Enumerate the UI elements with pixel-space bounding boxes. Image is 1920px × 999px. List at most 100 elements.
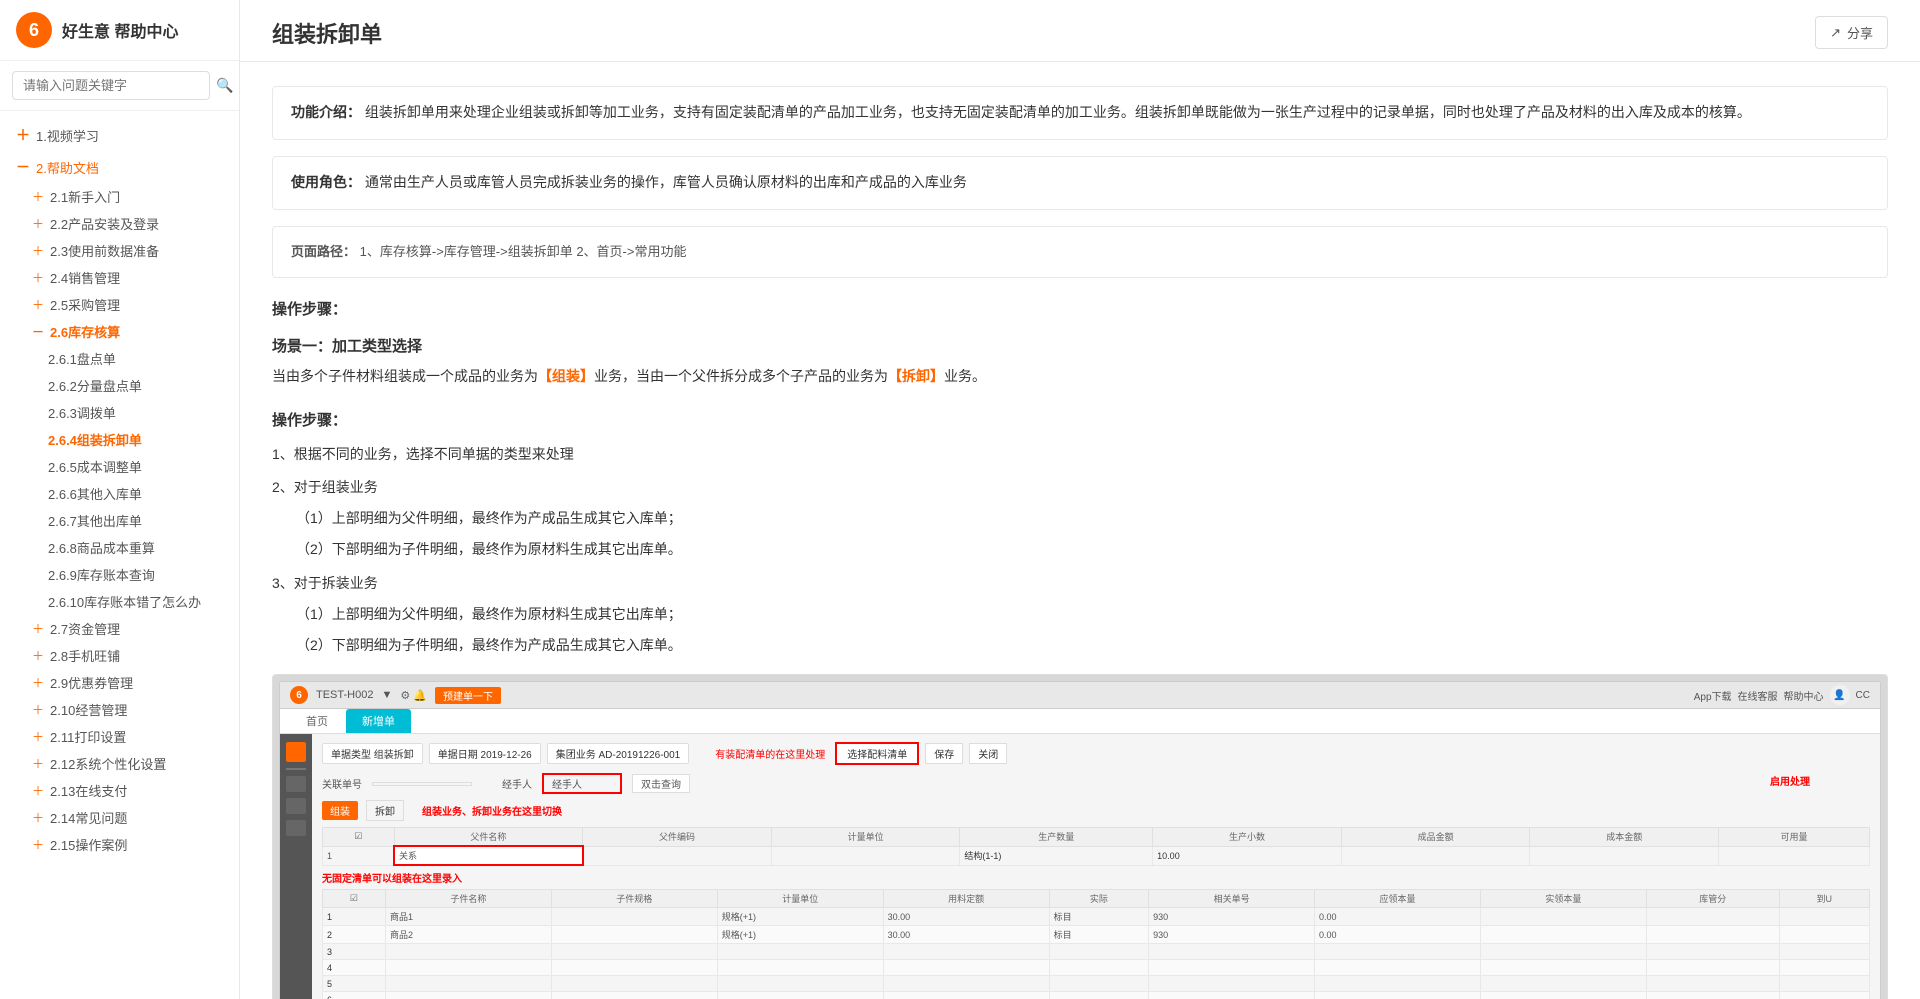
tab-home[interactable]: 首页	[290, 709, 344, 733]
upper-td-name[interactable]: 关系	[394, 846, 583, 865]
annotation3-text: 组装业务、拆卸业务在这里切换	[422, 803, 562, 818]
search-icon[interactable]: 🔍	[216, 77, 233, 94]
screenshot-container: 6 TEST-H002 ▼ ⚙ 🔔 预建单一下 App下载 在线客服 帮助中心 …	[272, 674, 1888, 999]
create-order-btn[interactable]: 预建单一下	[435, 687, 501, 704]
tab-new[interactable]: 新增单	[346, 709, 411, 733]
sidebar-item-s2610[interactable]: 2.6.10库存账本错了怎么办	[48, 588, 239, 615]
sidebar-item-s262[interactable]: 2.6.2分量盘点单	[48, 372, 239, 399]
step3: 3、对于拆装业务 （1）上部明细为父件明细，最终作为原材料生成其它出库单； （2…	[272, 571, 1888, 659]
sidebar-item-s25[interactable]: ＋ 2.5采购管理	[0, 291, 239, 318]
plus-sm-icon8: ＋	[32, 782, 44, 799]
site-title: 好生意 帮助中心	[62, 18, 178, 42]
sidebar-item-help[interactable]: － 2.帮助文档	[0, 151, 239, 183]
nav-list: ＋ 1.视频学习 － 2.帮助文档 ＋ 2.1新手入门 ＋ 2.2产品安装及登录…	[0, 111, 239, 999]
lower-row-6: 6	[323, 992, 1870, 999]
lower-row-2: 2 商品2 规格(+1) 30.00 标目 930 0.00	[323, 926, 1870, 944]
sidebar-item-s27[interactable]: ＋ 2.7资金管理	[0, 615, 239, 642]
steps-title: 操作步骤：	[272, 409, 1888, 430]
plus-sm-icon4: ＋	[32, 674, 44, 691]
plus-icon: ＋	[16, 125, 30, 145]
app-logo: 6	[290, 686, 308, 704]
sidebar-item-video[interactable]: ＋ 1.视频学习	[0, 119, 239, 151]
form-area: 单据类型 组装拆卸 单据日期 2019-12-26 集团业务 AD-201912…	[312, 734, 1880, 999]
lower-table-container: ☑ 子件名称 子件规格 计量单位 用料定额 实际 相关单号 应领本量	[322, 889, 1870, 999]
sidebar-item-s269[interactable]: 2.6.9库存账本查询	[48, 561, 239, 588]
sidebar-item-s29-label: 2.9优惠券管理	[50, 673, 133, 692]
upper-th-4: 生产数量	[960, 828, 1153, 847]
sidebar: 6 好生意 帮助中心 🔍 ＋ 1.视频学习 － 2.帮助文档 ＋ 2.1新手入门…	[0, 0, 240, 999]
sidebar-item-s265[interactable]: 2.6.5成本调整单	[48, 453, 239, 480]
minus-sm-icon: －	[32, 323, 44, 340]
sidebar-item-s23-label: 2.3使用前数据准备	[50, 241, 159, 260]
operator-field[interactable]: 经手人	[542, 773, 622, 794]
select-bom-btn[interactable]: 选择配料清单	[835, 742, 919, 765]
sidebar-item-s262-label: 2.6.2分量盘点单	[48, 376, 142, 395]
sidebar-item-s214[interactable]: ＋ 2.14常见问题	[0, 804, 239, 831]
search-row: 关联单号 经手人 经手人 双击查询 启用处理	[322, 773, 1870, 794]
path-block: 页面路径： 1、库存核算->库存管理->组装拆卸单 2、首页->常用功能	[272, 226, 1888, 278]
share-icon: ↗	[1830, 25, 1841, 41]
role-block: 使用角色： 通常由生产人员或库管人员完成拆装业务的操作，库管人员确认原材料的出库…	[272, 156, 1888, 210]
sidebar-item-s261[interactable]: 2.6.1盘点单	[48, 345, 239, 372]
lower-table: ☑ 子件名称 子件规格 计量单位 用料定额 实际 相关单号 应领本量	[322, 889, 1870, 999]
lower-row-3: 3	[323, 944, 1870, 960]
logo-icon: 6	[16, 12, 52, 48]
sidebar-item-s22[interactable]: ＋ 2.2产品安装及登录	[0, 210, 239, 237]
sidebar-item-s214-label: 2.14常见问题	[50, 808, 127, 827]
upper-table-container: ☑ 父件名称 父件编码 计量单位 生产数量 生产小数 成品金额 成本金额	[322, 827, 1870, 866]
sidebar-item-s24[interactable]: ＋ 2.4销售管理	[0, 264, 239, 291]
sidebar-item-s266[interactable]: 2.6.6其他入库单	[48, 480, 239, 507]
type-select[interactable]: 单据类型 组装拆卸	[322, 743, 423, 764]
step2-sub1: （1）上部明细为父件明细，最终作为产成品生成其它入库单；	[296, 506, 1888, 531]
confirm-btn[interactable]: 双击查询	[632, 774, 690, 793]
sidebar-item-s267[interactable]: 2.6.7其他出库单	[48, 507, 239, 534]
search-box: 🔍	[0, 61, 239, 111]
assembly-tab[interactable]: 组装	[322, 801, 358, 820]
topbar-icons: ⚙ 🔔	[400, 689, 427, 702]
share-label: 分享	[1847, 23, 1873, 42]
sidebar-item-video-label: 1.视频学习	[36, 126, 99, 145]
upper-th-5: 生产小数	[1153, 828, 1342, 847]
main-content: 组装拆卸单 ↗ 分享 功能介绍： 组装拆卸单用来处理企业组装或拆卸等加工业务，支…	[240, 0, 1920, 999]
sidebar-item-s22-label: 2.2产品安装及登录	[50, 214, 159, 233]
close-btn[interactable]: 关闭	[969, 743, 1007, 764]
sidebar-item-s213[interactable]: ＋ 2.13在线支付	[0, 777, 239, 804]
sidebar-item-s263-label: 2.6.3调拨单	[48, 403, 116, 422]
sidebar-item-s263[interactable]: 2.6.3调拨单	[48, 399, 239, 426]
sidebar-item-s23[interactable]: ＋ 2.3使用前数据准备	[0, 237, 239, 264]
sidebar-item-s28-label: 2.8手机旺铺	[50, 646, 120, 665]
content-header: 组装拆卸单 ↗ 分享	[240, 0, 1920, 62]
sidebar-item-s215[interactable]: ＋ 2.15操作案例	[0, 831, 239, 858]
group-field[interactable]: 集团业务 AD-20191226-001	[547, 743, 690, 764]
upper-th-6: 成品金额	[1341, 828, 1530, 847]
sidebar-item-s26[interactable]: － 2.6库存核算	[0, 318, 239, 345]
related-no[interactable]	[372, 782, 472, 786]
sidebar-item-s268-label: 2.6.8商品成本重算	[48, 538, 155, 557]
sidebar-item-s212-label: 2.12系统个性化设置	[50, 754, 166, 773]
plus-sm-icon3: ＋	[32, 647, 44, 664]
plus-sm-icon9: ＋	[32, 809, 44, 826]
search-input[interactable]	[12, 71, 210, 100]
step3-sub1: （1）上部明细为父件明细，最终作为原材料生成其它出库单；	[296, 602, 1888, 627]
sidebar-item-s211[interactable]: ＋ 2.11打印设置	[0, 723, 239, 750]
plus-sm-icon: ＋	[32, 188, 44, 205]
save-btn[interactable]: 保存	[925, 743, 963, 764]
disassemble-tab[interactable]: 拆卸	[366, 800, 404, 821]
path-label: 页面路径：	[291, 244, 356, 259]
sidebar-item-s212[interactable]: ＋ 2.12系统个性化设置	[0, 750, 239, 777]
sidebar-item-s210[interactable]: ＋ 2.10经营管理	[0, 696, 239, 723]
sidebar-item-s268[interactable]: 2.6.8商品成本重算	[48, 534, 239, 561]
func-intro-block: 功能介绍： 组装拆卸单用来处理企业组装或拆卸等加工业务，支持有固定装配清单的产品…	[272, 86, 1888, 140]
sidebar-item-s2610-label: 2.6.10库存账本错了怎么办	[48, 592, 201, 611]
sidebar-item-s29[interactable]: ＋ 2.9优惠券管理	[0, 669, 239, 696]
func-intro-text: 组装拆卸单用来处理企业组装或拆卸等加工业务，支持有固定装配清单的产品加工业务，也…	[365, 104, 1751, 120]
sidebar-item-s28[interactable]: ＋ 2.8手机旺铺	[0, 642, 239, 669]
sidebar-item-s213-label: 2.13在线支付	[50, 781, 127, 800]
func-intro-label: 功能介绍：	[291, 104, 361, 120]
sidebar-item-s21[interactable]: ＋ 2.1新手入门	[0, 183, 239, 210]
page-title: 组装拆卸单	[272, 17, 382, 49]
sidebar-item-s264[interactable]: 2.6.4组装拆卸单	[48, 426, 239, 453]
date-field[interactable]: 单据日期 2019-12-26	[429, 743, 541, 764]
sidebar-item-s261-label: 2.6.1盘点单	[48, 349, 116, 368]
share-button[interactable]: ↗ 分享	[1815, 16, 1888, 49]
